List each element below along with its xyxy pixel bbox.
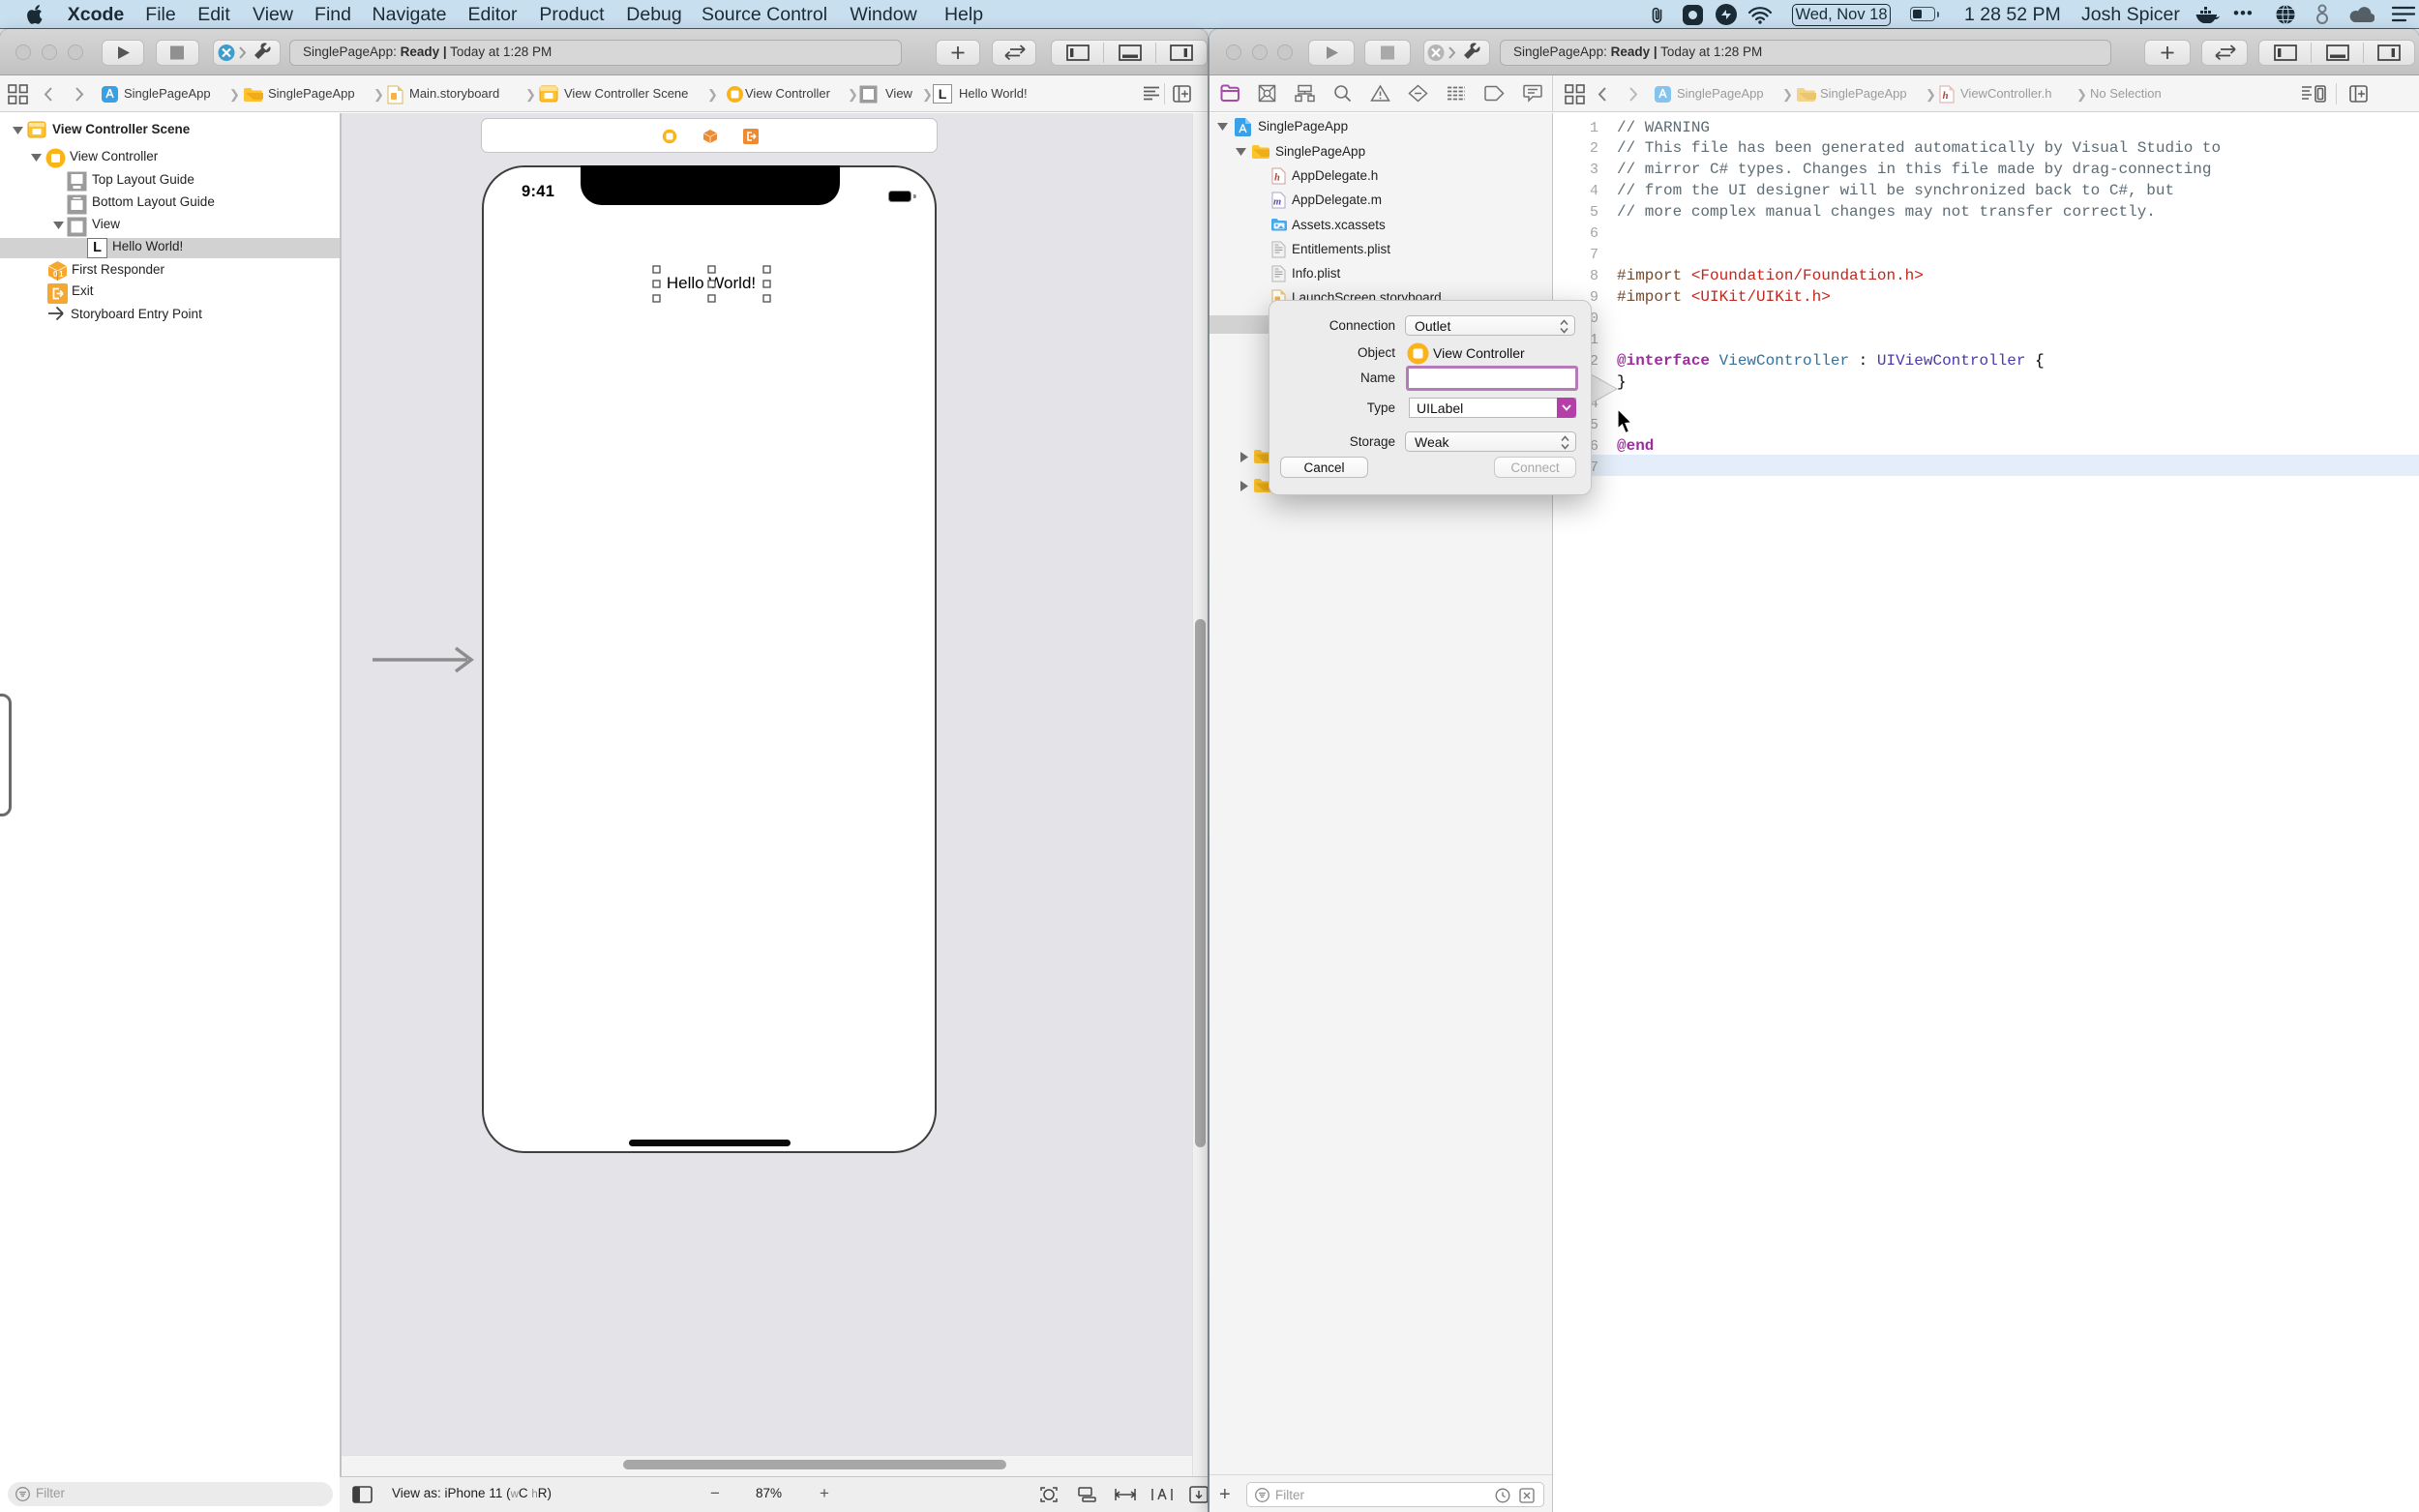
svg-text:h: h xyxy=(1274,173,1280,184)
svg-text:0: 0 xyxy=(53,270,58,279)
svg-text:1: 1 xyxy=(59,270,64,279)
svg-text:m: m xyxy=(1273,197,1281,208)
svg-text:h: h xyxy=(1943,90,1949,102)
